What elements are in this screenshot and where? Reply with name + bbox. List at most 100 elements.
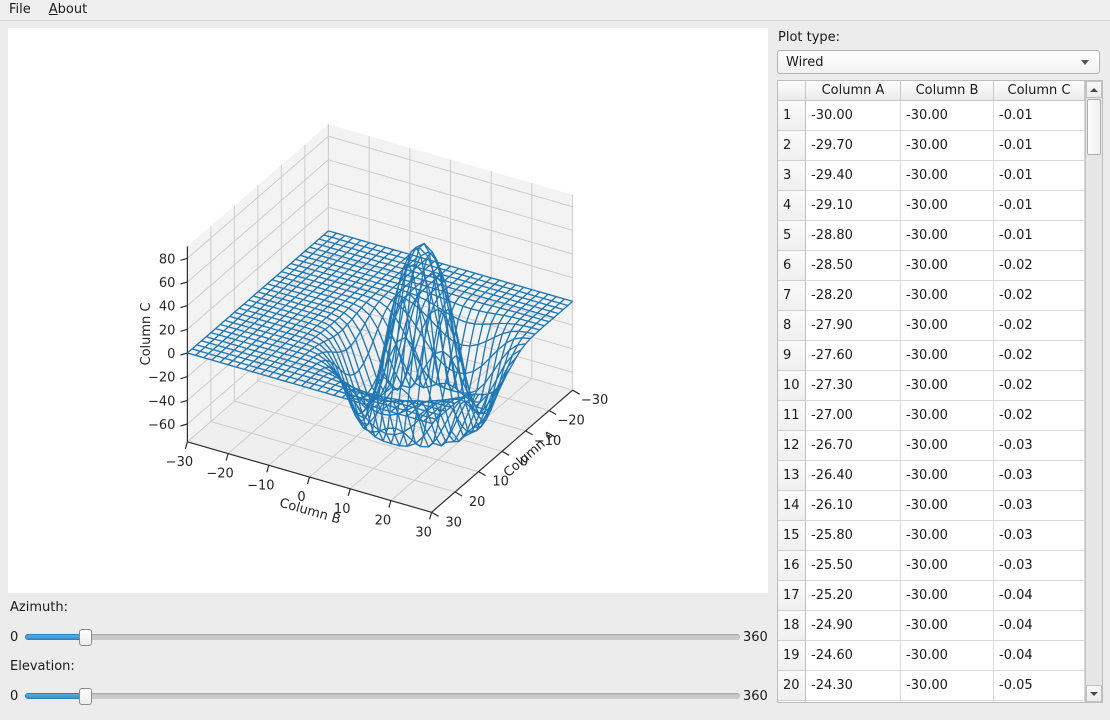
table-cell[interactable]: -0.01 — [994, 131, 1085, 161]
table-cell[interactable]: -30.00 — [901, 221, 994, 251]
table-cell[interactable]: -0.05 — [994, 671, 1085, 701]
table-cell[interactable]: -30.00 — [901, 671, 994, 701]
menu-item-file[interactable]: File — [0, 0, 40, 20]
table-cell[interactable]: -30.00 — [901, 461, 994, 491]
row-number-cell[interactable]: 20 — [778, 671, 806, 701]
row-number-cell[interactable]: 6 — [778, 251, 806, 281]
row-number-cell[interactable]: 15 — [778, 521, 806, 551]
table-cell[interactable]: -24.90 — [806, 611, 901, 641]
row-number-cell[interactable]: 12 — [778, 431, 806, 461]
table-cell[interactable]: -29.40 — [806, 161, 901, 191]
table-cell[interactable]: -27.30 — [806, 371, 901, 401]
table-cell[interactable]: -30.00 — [901, 101, 994, 131]
menu-item-about[interactable]: About — [40, 0, 96, 20]
row-number-cell[interactable]: 17 — [778, 581, 806, 611]
row-number-cell[interactable]: 9 — [778, 341, 806, 371]
scrollbar-thumb[interactable] — [1087, 99, 1101, 155]
table-cell[interactable]: -0.01 — [994, 221, 1085, 251]
table-cell[interactable]: -30.00 — [901, 131, 994, 161]
table-cell[interactable]: -27.90 — [806, 311, 901, 341]
table-cell[interactable]: -30.00 — [901, 401, 994, 431]
row-number-cell[interactable]: 1 — [778, 101, 806, 131]
table-cell[interactable]: -25.80 — [806, 521, 901, 551]
table-cell[interactable]: -0.03 — [994, 431, 1085, 461]
table-cell[interactable]: -0.02 — [994, 281, 1085, 311]
row-number-cell[interactable]: 5 — [778, 221, 806, 251]
table-cell[interactable]: -29.10 — [806, 191, 901, 221]
table-cell[interactable]: -28.20 — [806, 281, 901, 311]
table-cell[interactable]: -26.40 — [806, 461, 901, 491]
table-cell[interactable]: -30.00 — [901, 251, 994, 281]
table-cell[interactable]: -25.20 — [806, 581, 901, 611]
table-cell[interactable]: -26.10 — [806, 491, 901, 521]
table-cell[interactable]: -30.00 — [901, 371, 994, 401]
row-number-cell[interactable]: 7 — [778, 281, 806, 311]
scroll-down-button[interactable] — [1086, 685, 1102, 702]
column-header-cc[interactable]: Column C — [994, 81, 1085, 101]
table-cell[interactable]: -0.03 — [994, 491, 1085, 521]
row-number-cell — [778, 701, 806, 703]
table-cell[interactable]: -28.80 — [806, 221, 901, 251]
table-cell[interactable]: -30.00 — [901, 431, 994, 461]
table-cell[interactable]: -24.30 — [806, 671, 901, 701]
column-header-ca[interactable]: Column A — [806, 81, 901, 101]
table-cell[interactable]: -0.02 — [994, 401, 1085, 431]
table-cell[interactable]: -29.70 — [806, 131, 901, 161]
table-cell[interactable]: -0.01 — [994, 191, 1085, 221]
table-cell[interactable]: -28.50 — [806, 251, 901, 281]
elevation-slider[interactable] — [25, 693, 740, 699]
table-cell[interactable]: -0.01 — [994, 161, 1085, 191]
elevation-slider-handle[interactable] — [79, 688, 92, 705]
table-corner-cell[interactable] — [778, 81, 806, 101]
plot-3d-canvas[interactable]: −30−20−100102030−30−20−10010203080604020… — [8, 28, 768, 593]
row-number-cell[interactable]: 2 — [778, 131, 806, 161]
table-row: 6-28.50-30.00-0.02 — [778, 251, 1085, 281]
table-scrollbar[interactable] — [1085, 81, 1102, 702]
plot-type-dropdown[interactable]: Wired — [777, 50, 1100, 74]
table-cell[interactable]: -0.02 — [994, 341, 1085, 371]
table-cell[interactable]: -30.00 — [901, 341, 994, 371]
column-header-cb[interactable]: Column B — [901, 81, 994, 101]
table-cell[interactable]: -30.00 — [901, 311, 994, 341]
table-cell[interactable]: -0.03 — [994, 461, 1085, 491]
table-cell[interactable]: -30.00 — [901, 611, 994, 641]
row-number-cell[interactable]: 18 — [778, 611, 806, 641]
svg-text:30: 30 — [445, 515, 462, 530]
table-cell[interactable]: -30.00 — [901, 551, 994, 581]
table-cell[interactable]: -0.04 — [994, 611, 1085, 641]
row-number-cell[interactable]: 13 — [778, 461, 806, 491]
table-cell[interactable]: -30.00 — [806, 101, 901, 131]
table-cell[interactable]: -0.02 — [994, 311, 1085, 341]
table-cell[interactable]: -25.50 — [806, 551, 901, 581]
table-cell[interactable]: -0.04 — [994, 581, 1085, 611]
table-cell[interactable]: -27.00 — [806, 401, 901, 431]
table-cell[interactable]: -30.00 — [901, 191, 994, 221]
table-cell[interactable]: -0.03 — [994, 551, 1085, 581]
azimuth-slider[interactable] — [25, 634, 740, 640]
table-row: 14-26.10-30.00-0.03 — [778, 491, 1085, 521]
table-cell[interactable]: -30.00 — [901, 521, 994, 551]
table-cell[interactable]: -30.00 — [901, 161, 994, 191]
row-number-cell[interactable]: 11 — [778, 401, 806, 431]
row-number-cell[interactable]: 3 — [778, 161, 806, 191]
row-number-cell[interactable]: 4 — [778, 191, 806, 221]
table-cell[interactable]: -0.02 — [994, 251, 1085, 281]
table-cell[interactable]: -26.70 — [806, 431, 901, 461]
table-cell[interactable]: -27.60 — [806, 341, 901, 371]
row-number-cell[interactable]: 8 — [778, 311, 806, 341]
table-cell[interactable]: -0.04 — [994, 641, 1085, 671]
azimuth-slider-handle[interactable] — [79, 629, 92, 646]
row-number-cell[interactable]: 14 — [778, 491, 806, 521]
row-number-cell[interactable]: 19 — [778, 641, 806, 671]
table-cell[interactable]: -0.01 — [994, 101, 1085, 131]
table-cell[interactable]: -24.60 — [806, 641, 901, 671]
table-cell[interactable]: -30.00 — [901, 581, 994, 611]
table-cell[interactable]: -30.00 — [901, 281, 994, 311]
table-cell[interactable]: -30.00 — [901, 641, 994, 671]
row-number-cell[interactable]: 16 — [778, 551, 806, 581]
table-cell[interactable]: -0.02 — [994, 371, 1085, 401]
table-cell[interactable]: -30.00 — [901, 491, 994, 521]
row-number-cell[interactable]: 10 — [778, 371, 806, 401]
scroll-up-button[interactable] — [1086, 81, 1102, 98]
table-cell[interactable]: -0.03 — [994, 521, 1085, 551]
